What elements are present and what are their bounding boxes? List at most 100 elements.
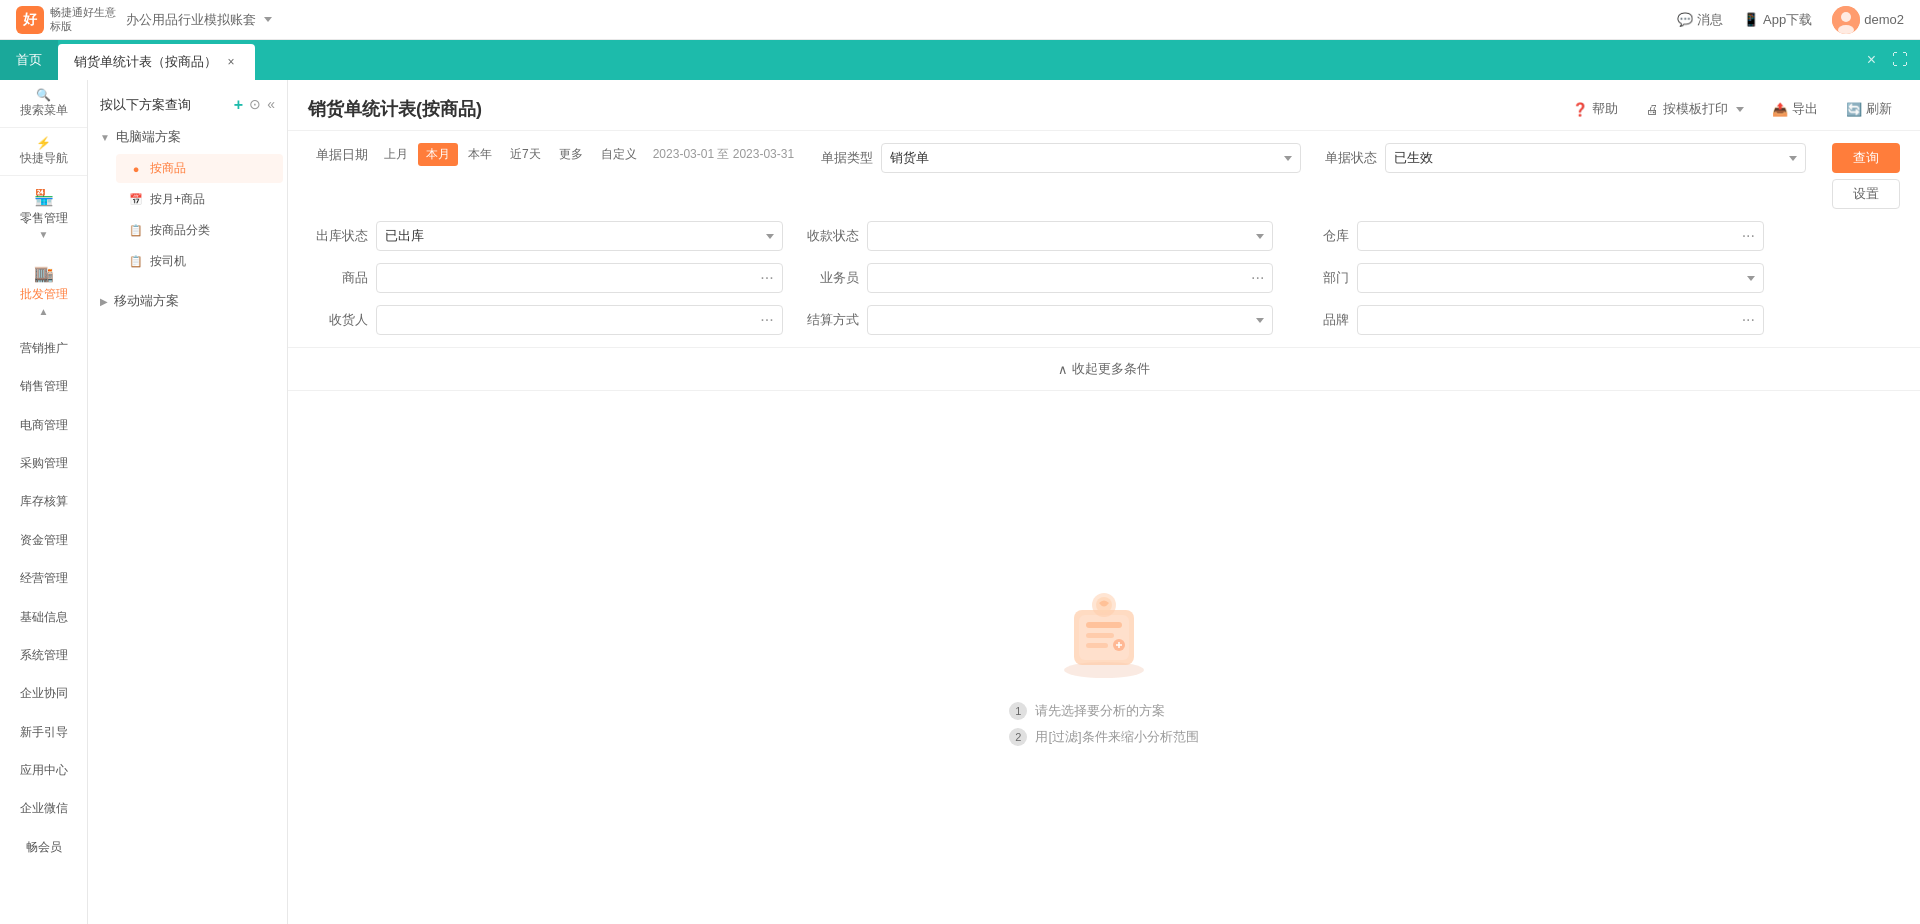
product-label: 商品: [308, 269, 368, 287]
nav-icon: ⚡: [0, 136, 87, 150]
topbar-right: 💬 消息 📱 App下载 demo2: [1677, 6, 1904, 34]
export-button[interactable]: 📤 导出: [1764, 96, 1826, 122]
sidebar-item-sales[interactable]: 销售管理: [0, 367, 87, 405]
empty-illustration: [1044, 570, 1164, 690]
filter-item-by-product[interactable]: ● 按商品: [116, 154, 283, 183]
salesperson-dots-icon[interactable]: ···: [1251, 270, 1264, 286]
sidebar-item-inventory[interactable]: 库存核算: [0, 482, 87, 520]
sidebar-item-basic[interactable]: 基础信息: [0, 598, 87, 636]
filter-panel: 按以下方案查询 + ⊙ « ▼ 电脑端方案 ● 按商品: [88, 80, 288, 924]
salesperson-select[interactable]: ···: [867, 263, 1274, 293]
date-tabs: 上月 本月 本年 近7天 更多 自定义: [376, 143, 645, 166]
brand-dots-icon[interactable]: ···: [1742, 312, 1755, 328]
sidebar-item-enterprise[interactable]: 企业协同: [0, 674, 87, 712]
date-tab-more[interactable]: 更多: [551, 143, 591, 166]
sidebar-item-appstore[interactable]: 应用中心: [0, 751, 87, 789]
tab-maximize-icon[interactable]: ⛶: [1888, 47, 1912, 73]
brand-select[interactable]: ···: [1357, 305, 1764, 335]
svg-rect-8: [1086, 643, 1108, 648]
date-tab-this-month[interactable]: 本月: [418, 143, 458, 166]
date-tab-custom[interactable]: 自定义: [593, 143, 645, 166]
date-tab-this-year[interactable]: 本年: [460, 143, 500, 166]
doc-type-select[interactable]: 销货单: [881, 143, 1302, 173]
print-chevron-icon: [1736, 107, 1744, 112]
message-button[interactable]: 💬 消息: [1677, 11, 1723, 29]
pc-scheme-category[interactable]: ▼ 电脑端方案: [88, 122, 287, 152]
out-status-select[interactable]: 已出库: [376, 221, 783, 251]
tab-active[interactable]: 销货单统计表（按商品） ×: [58, 44, 255, 80]
filter-item-by-category[interactable]: 📋 按商品分类: [116, 216, 283, 245]
sidebar-item-member[interactable]: 畅会员: [0, 828, 87, 866]
warehouse-select[interactable]: ···: [1357, 221, 1764, 251]
sidebar-item-purchase[interactable]: 采购管理: [0, 444, 87, 482]
collect-status-chevron-icon: [1256, 234, 1264, 239]
product-select[interactable]: ···: [376, 263, 783, 293]
mobile-scheme-arrow-icon: ▶: [100, 296, 108, 307]
quick-nav-button[interactable]: ⚡ 快捷导航: [0, 128, 87, 176]
print-icon: 🖨: [1646, 102, 1659, 117]
pc-scheme-arrow-icon: ▼: [100, 132, 110, 143]
collapse-panel-icon[interactable]: «: [267, 96, 275, 114]
filter-item-by-month-product[interactable]: 📅 按月+商品: [116, 185, 283, 214]
date-tab-last-month[interactable]: 上月: [376, 143, 416, 166]
sidebar-item-wholesale[interactable]: 🏬 批发管理 ▲: [0, 252, 87, 328]
user-area[interactable]: demo2: [1832, 6, 1904, 34]
sidebar-item-retail[interactable]: 🏪 零售管理 ▼: [0, 176, 87, 252]
mobile-scheme-category[interactable]: ▶ 移动端方案: [88, 286, 287, 316]
search-menu-button[interactable]: 🔍 搜索菜单: [0, 80, 87, 128]
product-dots-icon[interactable]: ···: [760, 270, 773, 286]
sidebar-item-ecommerce[interactable]: 电商管理: [0, 406, 87, 444]
pc-scheme-section: ▼ 电脑端方案 ● 按商品 📅 按月+商品 📋 按商品分类: [88, 118, 287, 282]
sidebar-item-marketing[interactable]: 营销推广: [0, 329, 87, 367]
tab-minimize-icon[interactable]: ×: [1863, 47, 1880, 73]
collapse-button[interactable]: ∧ 收起更多条件: [1046, 356, 1162, 382]
tab-home[interactable]: 首页: [0, 40, 58, 80]
settlement-select[interactable]: [867, 305, 1274, 335]
svg-point-1: [1841, 12, 1851, 22]
tab-close-icon[interactable]: ×: [223, 54, 239, 70]
query-actions: 查询 设置: [1832, 143, 1900, 209]
tabbar: 首页 销货单统计表（按商品） × × ⛶: [0, 40, 1920, 80]
filter-item-by-driver[interactable]: 📋 按司机: [116, 247, 283, 276]
refresh-button[interactable]: 🔄 刷新: [1838, 96, 1900, 122]
print-template-button[interactable]: 🖨 按模板打印: [1638, 96, 1752, 122]
help-button[interactable]: ❓ 帮助: [1564, 96, 1626, 122]
dept-select[interactable]: [1357, 263, 1764, 293]
warehouse-dots-icon[interactable]: ···: [1742, 228, 1755, 244]
sidebar-item-finance[interactable]: 资金管理: [0, 521, 87, 559]
tabbar-right: × ⛶: [1855, 40, 1920, 80]
by-category-icon: 📋: [128, 223, 144, 239]
settlement-label: 结算方式: [799, 311, 859, 329]
scheme-settings-icon[interactable]: ⊙: [249, 96, 261, 114]
dept-label: 部门: [1289, 269, 1349, 287]
brand-label: 品牌: [1289, 311, 1349, 329]
sidebar-item-operation[interactable]: 经营管理: [0, 559, 87, 597]
doc-status-select[interactable]: 已生效: [1385, 143, 1806, 173]
empty-tip-1: 1 请先选择要分析的方案: [1009, 702, 1198, 720]
topbar-left: 好 畅捷通好生意 标版 办公用品行业模拟账套: [16, 6, 272, 34]
content-area: 按以下方案查询 + ⊙ « ▼ 电脑端方案 ● 按商品: [88, 80, 1920, 924]
app-download-button[interactable]: 📱 App下载: [1743, 11, 1812, 29]
breadcrumb[interactable]: 办公用品行业模拟账套: [126, 11, 272, 29]
page-actions: ❓ 帮助 🖨 按模板打印 📤 导出 🔄 刷新: [1564, 96, 1900, 122]
sidebar-item-newbie[interactable]: 新手引导: [0, 713, 87, 751]
svg-rect-7: [1086, 633, 1114, 638]
sidebar-item-wechat[interactable]: 企业微信: [0, 789, 87, 827]
tip-2-number: 2: [1009, 728, 1027, 746]
receiver-select[interactable]: ···: [376, 305, 783, 335]
pc-scheme-items: ● 按商品 📅 按月+商品 📋 按商品分类 📋 按司机: [88, 154, 287, 276]
collect-status-select[interactable]: [867, 221, 1274, 251]
by-driver-icon: 📋: [128, 254, 144, 270]
add-scheme-icon[interactable]: +: [234, 96, 243, 114]
receiver-label: 收货人: [308, 311, 368, 329]
date-label: 单据日期: [308, 146, 368, 164]
settings-button[interactable]: 设置: [1832, 179, 1900, 209]
collect-status-label: 收款状态: [799, 227, 859, 245]
help-icon: ❓: [1572, 102, 1588, 117]
wholesale-arrow-icon: ▲: [39, 306, 49, 317]
date-tab-7days[interactable]: 近7天: [502, 143, 549, 166]
message-icon: 💬: [1677, 12, 1693, 27]
receiver-dots-icon[interactable]: ···: [760, 312, 773, 328]
search-button[interactable]: 查询: [1832, 143, 1900, 173]
sidebar-item-system[interactable]: 系统管理: [0, 636, 87, 674]
